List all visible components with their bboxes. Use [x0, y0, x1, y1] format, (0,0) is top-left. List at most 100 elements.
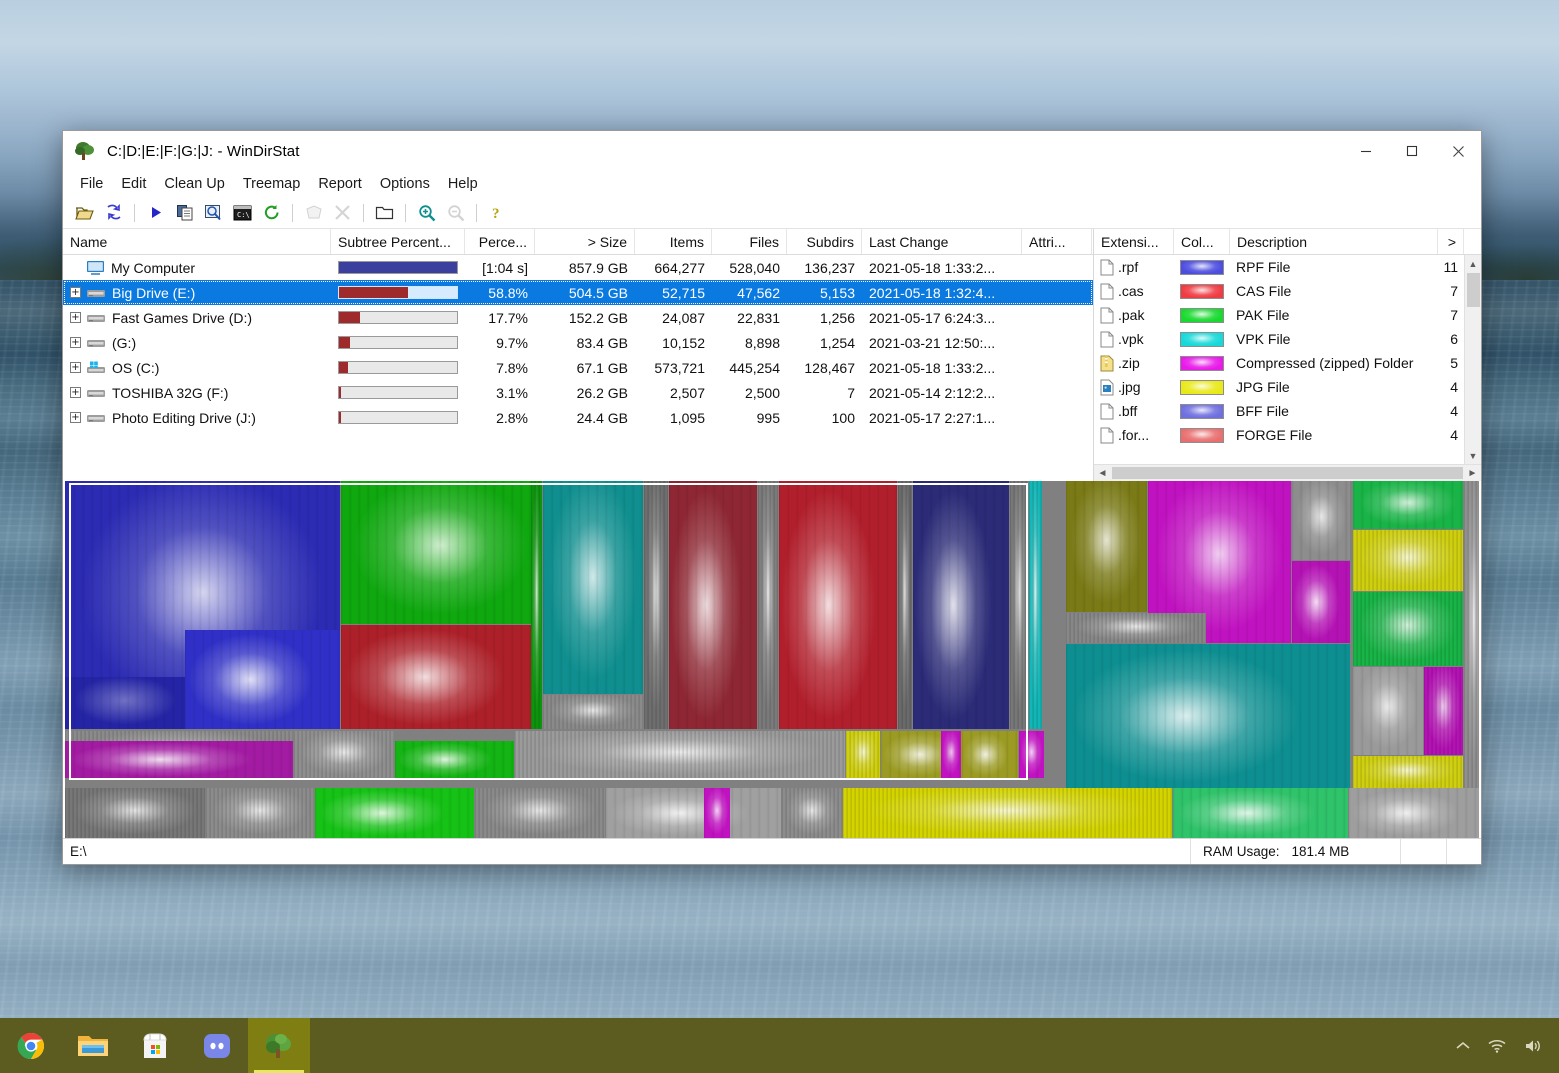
- treemap-view[interactable]: [65, 481, 1479, 838]
- expand-toggle-icon[interactable]: +: [70, 287, 81, 298]
- magenta-right-small[interactable]: [1292, 561, 1350, 642]
- bottom-olive-2[interactable]: [962, 731, 1018, 779]
- gray-column-2[interactable]: [758, 481, 778, 729]
- red-block[interactable]: [341, 625, 541, 729]
- gray-column-4[interactable]: [1010, 481, 1028, 729]
- column-header-subtree[interactable]: Subtree Percent...: [331, 229, 465, 254]
- strip-gray-left[interactable]: [65, 788, 205, 838]
- green-narrow-right[interactable]: [531, 481, 542, 729]
- expand-toggle-icon[interactable]: +: [70, 312, 81, 323]
- bottom-magenta-3[interactable]: [1019, 731, 1044, 779]
- strip-yellow-big[interactable]: [843, 788, 1173, 838]
- expand-toggle-icon[interactable]: +: [70, 387, 81, 398]
- column-header-color[interactable]: Col...: [1174, 229, 1230, 254]
- tree-row[interactable]: +TOSHIBA 32G (F:)3.1%26.2 GB2,5072,50072…: [63, 380, 1093, 405]
- command-prompt-icon[interactable]: C:\: [229, 200, 256, 226]
- refresh-icon[interactable]: [258, 200, 285, 226]
- blue-sub-a[interactable]: [185, 630, 340, 729]
- help-icon[interactable]: ?: [484, 200, 511, 226]
- folder-icon[interactable]: [371, 200, 398, 226]
- gray-top-right[interactable]: [1292, 481, 1350, 560]
- red-block-2[interactable]: [779, 481, 897, 729]
- gray-divider-strip[interactable]: [1066, 613, 1207, 643]
- yellow-right-footer[interactable]: [1353, 756, 1463, 789]
- yellow-right-1[interactable]: [1353, 530, 1463, 591]
- open-folder-icon[interactable]: [71, 200, 98, 226]
- extension-row[interactable]: .casCAS File7: [1094, 279, 1464, 303]
- column-header-percent[interactable]: Perce...: [465, 229, 535, 254]
- blue-sub-b[interactable]: [65, 677, 185, 729]
- tree-row[interactable]: +Big Drive (E:)58.8%504.5 GB52,71547,562…: [63, 280, 1093, 305]
- extension-horizontal-scrollbar[interactable]: ◄ ►: [1094, 464, 1481, 481]
- maximize-icon[interactable]: [1389, 131, 1435, 171]
- tree-row[interactable]: +Fast Games Drive (D:)17.7%152.2 GB24,08…: [63, 305, 1093, 330]
- menu-item-cleanup[interactable]: Clean Up: [155, 174, 233, 194]
- discord-taskbar-icon[interactable]: [186, 1018, 248, 1073]
- teal-big-block[interactable]: [1066, 644, 1351, 789]
- volume-icon[interactable]: [1523, 1038, 1543, 1054]
- chrome-taskbar-icon[interactable]: [0, 1018, 62, 1073]
- windirstat-taskbar-icon[interactable]: [248, 1018, 310, 1073]
- column-header-subdirs[interactable]: Subdirs: [787, 229, 862, 254]
- tree-row[interactable]: +OS (C:)7.8%67.1 GB573,721445,254128,467…: [63, 355, 1093, 380]
- bottom-yellow-1[interactable]: [846, 731, 880, 779]
- extension-row[interactable]: .jpgJPG File4: [1094, 375, 1464, 399]
- darkred-block[interactable]: [669, 481, 757, 729]
- menu-item-help[interactable]: Help: [439, 174, 487, 194]
- menu-item-report[interactable]: Report: [309, 174, 371, 194]
- navy-block[interactable]: [913, 481, 1009, 729]
- strip-green[interactable]: [315, 788, 475, 838]
- explore-icon[interactable]: [200, 200, 227, 226]
- treemap-blocks[interactable]: [65, 481, 1479, 838]
- magenta-right-col[interactable]: [1424, 667, 1463, 754]
- rescan-all-icon[interactable]: [100, 200, 127, 226]
- menu-item-edit[interactable]: Edit: [112, 174, 155, 194]
- extension-row[interactable]: .vpkVPK File6: [1094, 327, 1464, 351]
- column-header-bytes[interactable]: >: [1438, 229, 1464, 254]
- expand-toggle-icon[interactable]: +: [70, 362, 81, 373]
- column-header-description[interactable]: Description: [1230, 229, 1438, 254]
- bottom-magenta-1[interactable]: [65, 741, 293, 779]
- column-header-name[interactable]: Name: [63, 229, 331, 254]
- menu-item-options[interactable]: Options: [371, 174, 439, 194]
- column-header-items[interactable]: Items: [635, 229, 712, 254]
- explorer-taskbar-icon[interactable]: [62, 1018, 124, 1073]
- strip-magenta[interactable]: [704, 788, 730, 838]
- cyan-strip-right[interactable]: [1029, 481, 1042, 729]
- copy-icon[interactable]: [171, 200, 198, 226]
- scroll-left-icon[interactable]: ◄: [1094, 468, 1111, 479]
- scroll-right-icon[interactable]: ►: [1464, 468, 1481, 479]
- strip-gray-5[interactable]: [1349, 788, 1479, 838]
- scroll-thumb[interactable]: [1467, 273, 1480, 307]
- menu-item-file[interactable]: File: [71, 174, 112, 194]
- strip-green-2[interactable]: [1173, 788, 1348, 838]
- store-taskbar-icon[interactable]: [124, 1018, 186, 1073]
- extension-row[interactable]: .zipCompressed (zipped) Folder5: [1094, 351, 1464, 375]
- green-right-2[interactable]: [1353, 592, 1463, 666]
- column-header-files[interactable]: Files: [712, 229, 787, 254]
- extension-row[interactable]: .for...FORGE File4: [1094, 423, 1464, 447]
- column-header-attributes[interactable]: Attri...: [1022, 229, 1092, 254]
- gray-far-right-col[interactable]: [1464, 481, 1479, 788]
- zoom-in-icon[interactable]: [413, 200, 440, 226]
- column-header-last-change[interactable]: Last Change: [862, 229, 1022, 254]
- green-right-1[interactable]: [1353, 481, 1463, 529]
- tree-row[interactable]: +Photo Editing Drive (J:)2.8%24.4 GB1,09…: [63, 405, 1093, 430]
- bottom-gray-2[interactable]: [294, 731, 394, 779]
- extension-row[interactable]: .pakPAK File7: [1094, 303, 1464, 327]
- menu-item-treemap[interactable]: Treemap: [234, 174, 309, 194]
- olive-block[interactable]: [1066, 481, 1148, 612]
- strip-gray-4[interactable]: [782, 788, 842, 838]
- extension-row[interactable]: .rpfRPF File11: [1094, 255, 1464, 279]
- minimize-icon[interactable]: [1343, 131, 1389, 171]
- bottom-magenta-2[interactable]: [941, 731, 961, 779]
- expand-toggle-icon[interactable]: +: [70, 412, 81, 423]
- column-header-size[interactable]: > Size: [535, 229, 635, 254]
- gray-column-3[interactable]: [898, 481, 912, 729]
- scroll-thumb-horizontal[interactable]: [1112, 467, 1463, 479]
- strip-gray-2[interactable]: [475, 788, 605, 838]
- bottom-green-1[interactable]: [395, 741, 515, 779]
- bottom-gray-3[interactable]: [515, 731, 845, 779]
- extension-row[interactable]: .bffBFF File4: [1094, 399, 1464, 423]
- strip-gray-mid[interactable]: [206, 788, 314, 838]
